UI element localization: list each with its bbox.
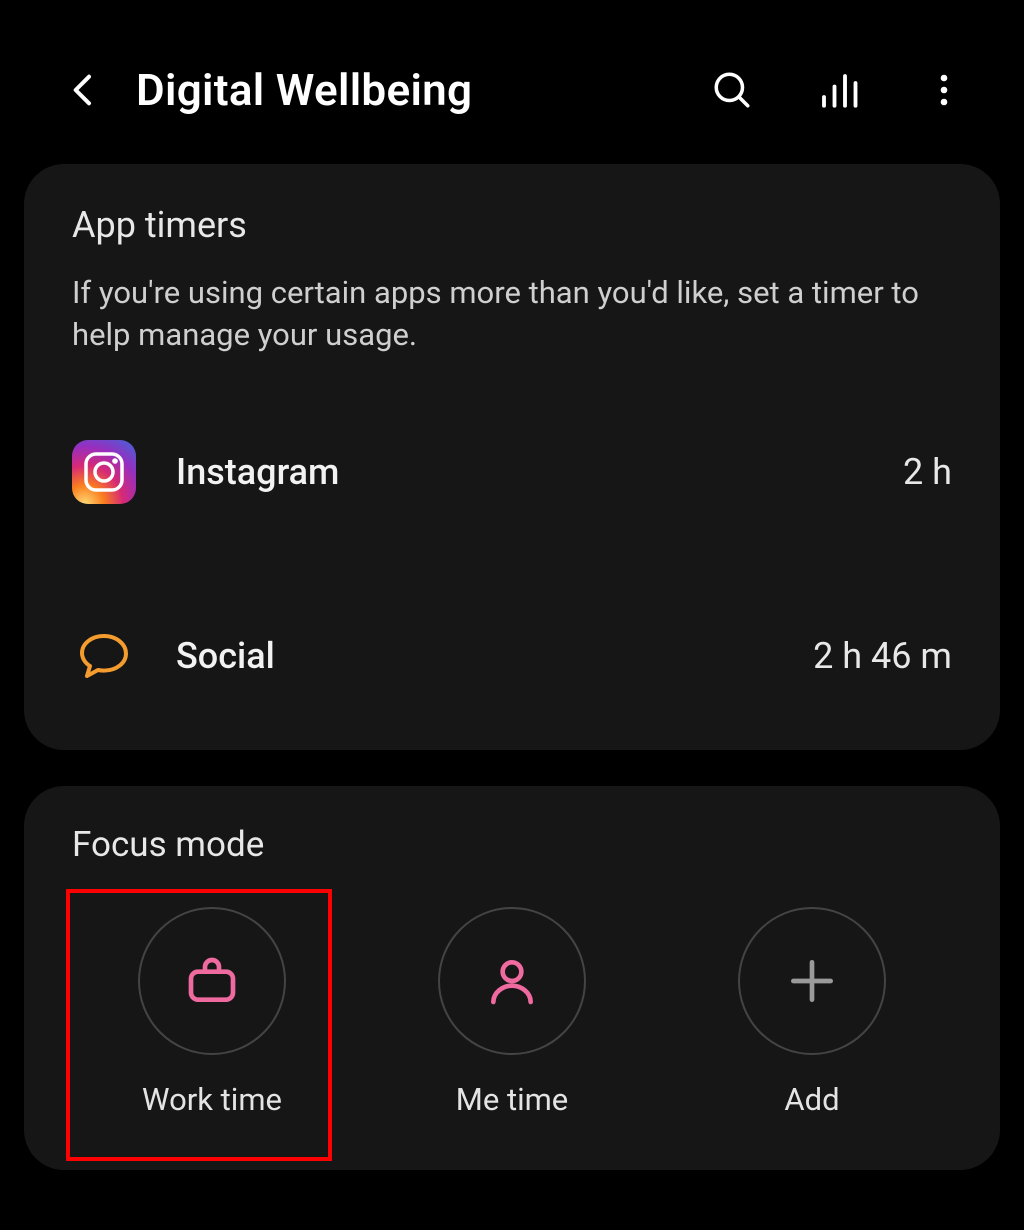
plus-icon: [784, 953, 840, 1009]
header-actions: [708, 66, 968, 114]
app-timers-title: App timers: [72, 204, 952, 246]
more-vertical-icon: [926, 72, 962, 108]
app-timer-row-social[interactable]: Social 2 h 46 m: [72, 610, 952, 702]
focus-mode-row: Work time Me time Add: [72, 907, 952, 1118]
focus-mode-label: Add: [784, 1081, 839, 1118]
search-icon: [711, 69, 753, 111]
usage-chart-button[interactable]: [814, 66, 862, 114]
page-title: Digital Wellbeing: [136, 64, 680, 116]
focus-circle: [138, 907, 286, 1055]
back-button[interactable]: [60, 66, 108, 114]
search-button[interactable]: [708, 66, 756, 114]
focus-circle: [738, 907, 886, 1055]
app-timer-row-instagram[interactable]: Instagram 2 h: [72, 426, 952, 518]
focus-circle: [438, 907, 586, 1055]
more-options-button[interactable]: [920, 66, 968, 114]
app-timer-value: 2 h: [903, 451, 952, 493]
focus-mode-label: Work time: [142, 1081, 282, 1118]
app-name-label: Social: [176, 635, 773, 677]
app-timers-card: App timers If you're using certain apps …: [24, 164, 1000, 750]
focus-mode-add[interactable]: Add: [672, 907, 952, 1118]
focus-mode-label: Me time: [456, 1081, 569, 1118]
briefcase-icon: [184, 953, 240, 1009]
focus-mode-title: Focus mode: [72, 824, 952, 865]
app-timers-description: If you're using certain apps more than y…: [72, 272, 952, 356]
header: Digital Wellbeing: [0, 0, 1024, 156]
focus-mode-me-time[interactable]: Me time: [372, 907, 652, 1118]
focus-mode-card: Focus mode Work time Me: [24, 786, 1000, 1170]
instagram-icon: [72, 440, 136, 504]
chevron-left-icon: [64, 70, 104, 110]
app-timer-value: 2 h 46 m: [813, 635, 952, 677]
focus-mode-work-time[interactable]: Work time: [72, 907, 352, 1118]
person-icon: [484, 953, 540, 1009]
app-name-label: Instagram: [176, 451, 863, 493]
social-icon: [72, 624, 136, 688]
bar-chart-icon: [817, 69, 859, 111]
